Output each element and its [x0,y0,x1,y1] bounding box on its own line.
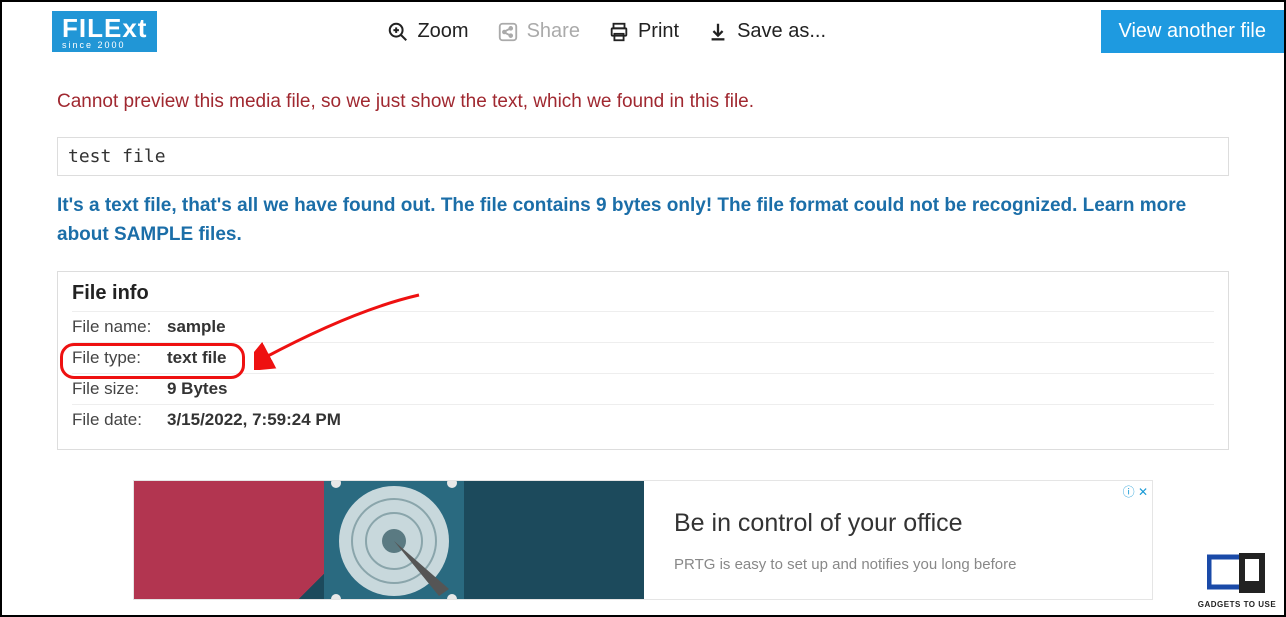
file-name-value: sample [167,312,1214,343]
file-date-value: 3/15/2022, 7:59:24 PM [167,405,1214,436]
watermark-text: GADGETS TO USE [1196,600,1278,609]
ad-info-icon[interactable]: ⓘ ✕ [1123,483,1148,500]
save-as-button[interactable]: Save as... [707,20,826,43]
file-content-box: test file [57,137,1229,176]
zoom-label: Zoom [417,20,468,43]
ad-text: Be in control of your office PRTG is eas… [644,481,1152,599]
content: Cannot preview this media file, so we ju… [2,61,1284,600]
print-button[interactable]: Print [608,20,679,43]
print-label: Print [638,20,679,43]
file-info-title: File info [72,282,1214,311]
share-button: Share [497,20,580,43]
watermark-logo-icon [1207,551,1267,595]
view-another-file-button[interactable]: View another file [1101,10,1285,53]
toolbar-center: Zoom Share Print Save as... [387,20,826,43]
download-icon [707,21,729,43]
file-type-value: text file [167,343,1214,374]
ad-banner[interactable]: Be in control of your office PRTG is eas… [133,480,1153,600]
file-name-label: File name: [72,312,167,343]
table-row: File type:text file [72,343,1214,374]
zoom-button[interactable]: Zoom [387,20,468,43]
file-date-label: File date: [72,405,167,436]
preview-warning: Cannot preview this media file, so we ju… [57,91,1229,113]
file-type-label: File type: [72,343,167,374]
share-label: Share [527,20,580,43]
save-as-label: Save as... [737,20,826,43]
file-size-value: 9 Bytes [167,374,1214,405]
logo-main: FILExt [62,13,147,43]
table-row: File name:sample [72,312,1214,343]
table-row: File size:9 Bytes [72,374,1214,405]
toolbar: FILExt since 2000 Zoom Share Print Save … [2,2,1284,61]
file-info-table: File name:sample File type:text file Fil… [72,311,1214,435]
file-size-label: File size: [72,374,167,405]
sample-files-link[interactable]: SAMPLE files [114,224,236,245]
table-row: File date:3/15/2022, 7:59:24 PM [72,405,1214,436]
ad-headline: Be in control of your office [674,509,1122,538]
watermark: GADGETS TO USE [1196,551,1278,609]
share-icon [497,21,519,43]
analysis-text: It's a text file, that's all we have fou… [57,192,1229,249]
disk-icon [314,480,474,600]
ad-image [134,481,644,599]
zoom-icon [387,21,409,43]
logo[interactable]: FILExt since 2000 [52,11,157,52]
print-icon [608,21,630,43]
ad-subtext: PRTG is easy to set up and notifies you … [674,556,1122,573]
analysis-suffix: . [236,224,241,245]
file-info-panel: File info File name:sample File type:tex… [57,271,1229,450]
